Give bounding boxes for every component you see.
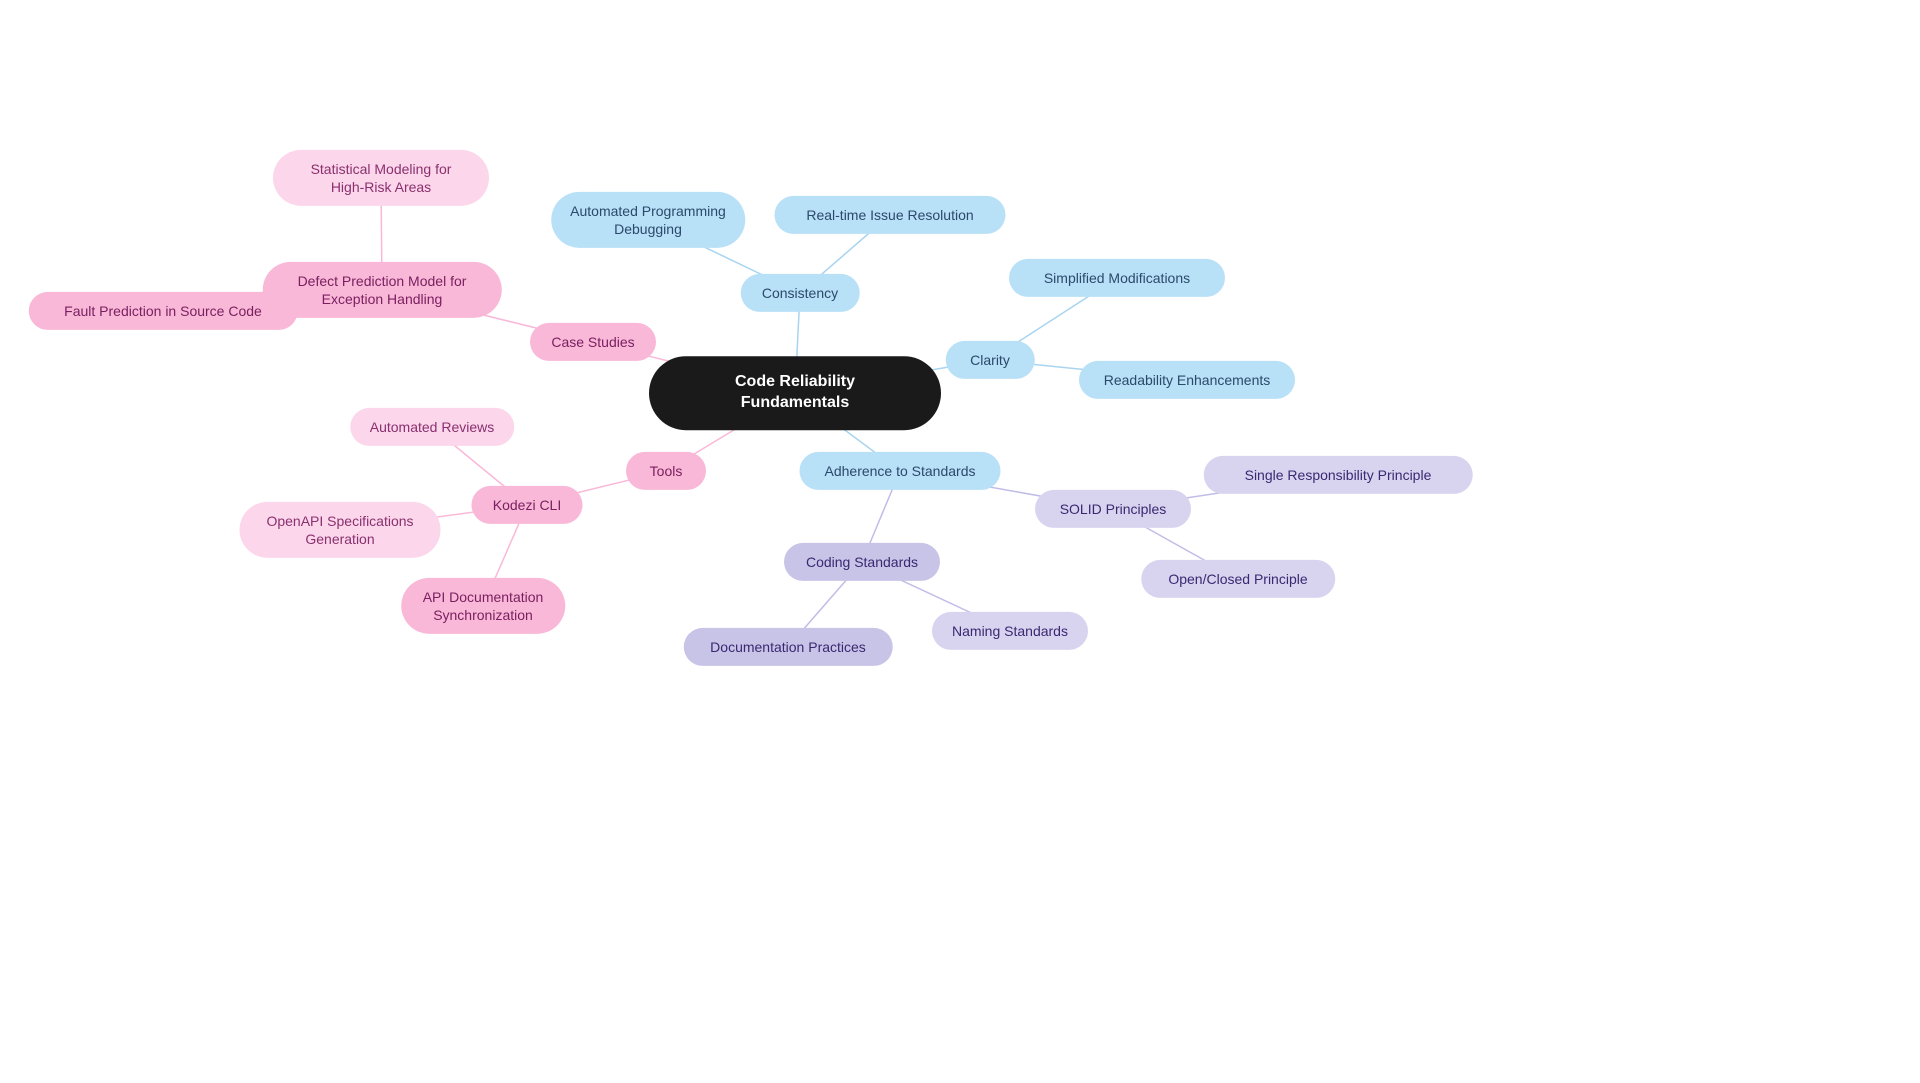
node-center[interactable]: Code Reliability Fundamentals <box>649 356 941 430</box>
node-simplified_mod[interactable]: Simplified Modifications <box>1009 259 1225 297</box>
node-api_doc_sync[interactable]: API DocumentationSynchronization <box>401 578 565 634</box>
node-doc_practices[interactable]: Documentation Practices <box>684 628 893 666</box>
node-kodezi_cli[interactable]: Kodezi CLI <box>472 486 583 524</box>
node-automated_rev[interactable]: Automated Reviews <box>350 408 514 446</box>
node-openapi_spec[interactable]: OpenAPI SpecificationsGeneration <box>240 502 441 558</box>
node-automated_programming[interactable]: Automated ProgrammingDebugging <box>551 192 745 248</box>
node-tools[interactable]: Tools <box>626 452 706 490</box>
node-defect_pred[interactable]: Defect Prediction Model forException Han… <box>263 262 502 318</box>
node-fault_pred[interactable]: Fault Prediction in Source Code <box>29 292 298 330</box>
node-clarity[interactable]: Clarity <box>946 341 1035 379</box>
node-open_closed[interactable]: Open/Closed Principle <box>1141 560 1335 598</box>
mindmap-canvas: Code Reliability Fundamentals Consistency… <box>0 0 1920 1083</box>
node-single_resp[interactable]: Single Responsibility Principle <box>1204 456 1473 494</box>
node-realtime_issue[interactable]: Real-time Issue Resolution <box>775 196 1006 234</box>
node-consistency[interactable]: Consistency <box>741 274 860 312</box>
node-adherence[interactable]: Adherence to Standards <box>800 452 1001 490</box>
node-coding_standards[interactable]: Coding Standards <box>784 543 940 581</box>
node-case_studies[interactable]: Case Studies <box>530 323 656 361</box>
node-statistical_mod[interactable]: Statistical Modeling forHigh-Risk Areas <box>273 150 489 206</box>
node-naming_standards[interactable]: Naming Standards <box>932 612 1088 650</box>
node-solid_principles[interactable]: SOLID Principles <box>1035 490 1191 528</box>
node-readability[interactable]: Readability Enhancements <box>1079 361 1295 399</box>
